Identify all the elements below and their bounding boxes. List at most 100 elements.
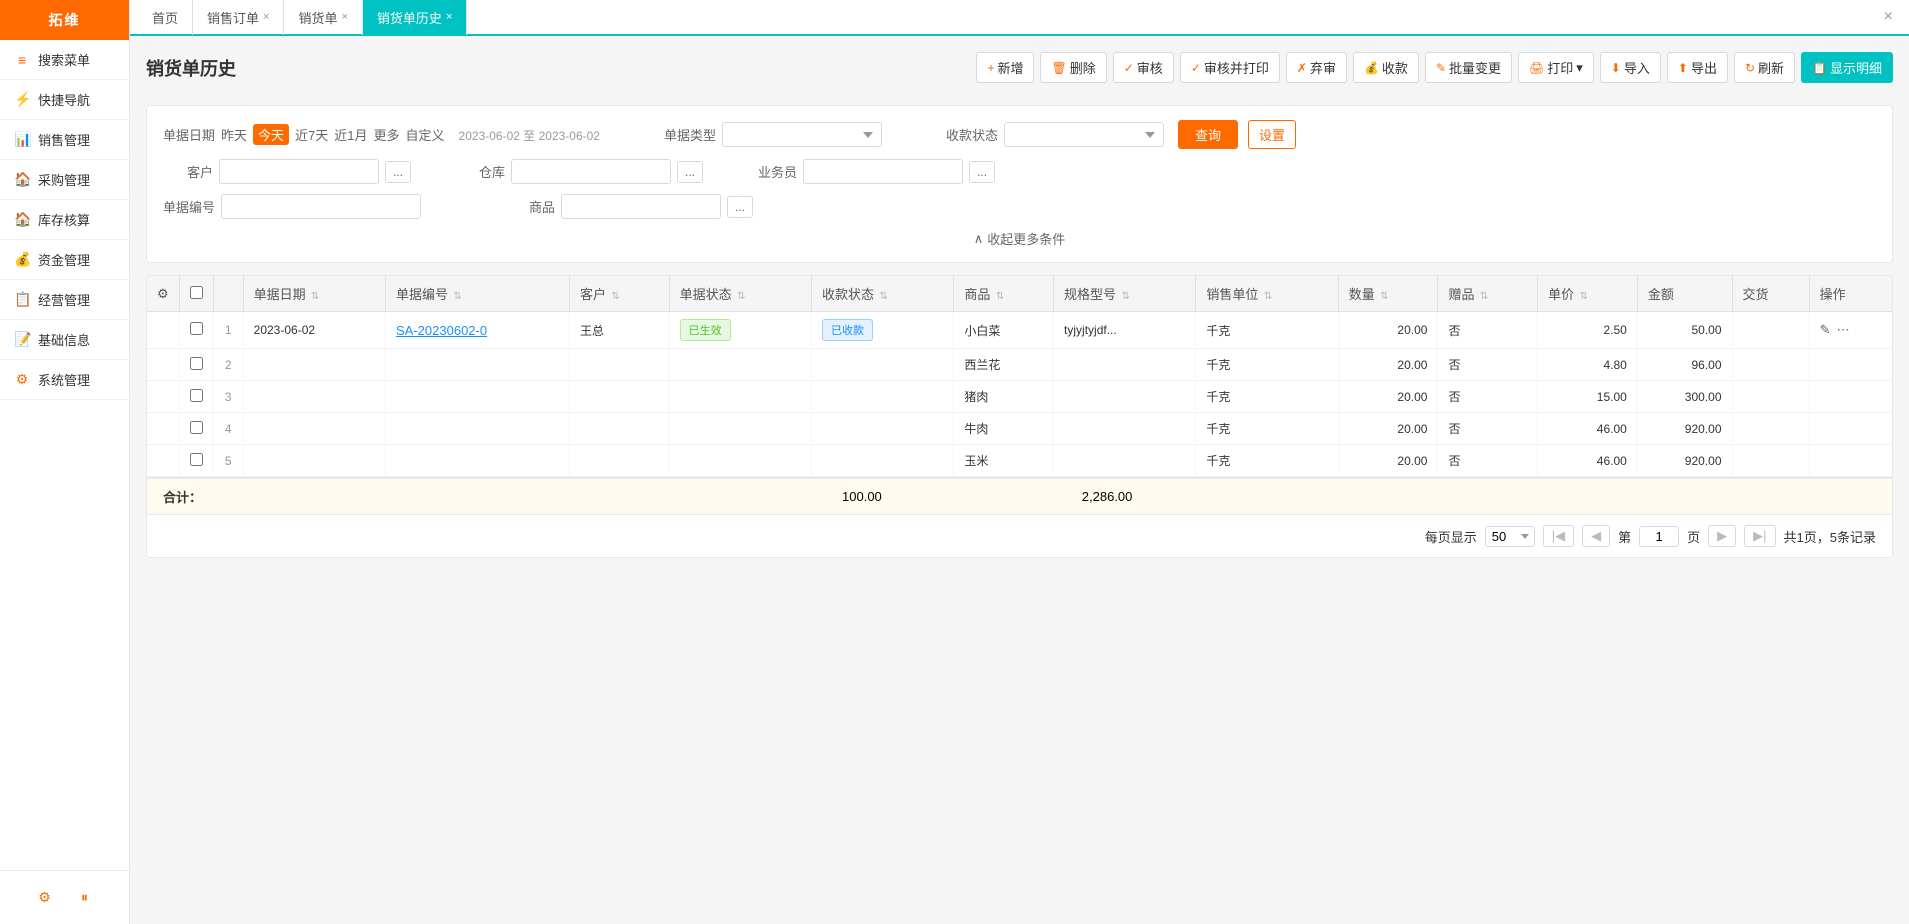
close-tab-sales-order[interactable]: ×	[263, 11, 269, 23]
row-doc-no[interactable]	[386, 445, 570, 477]
audit-button[interactable]: ✓ 审核	[1113, 52, 1174, 83]
collapse-button[interactable]: ∧ 收起更多条件	[163, 229, 1876, 248]
th-payment-status[interactable]: 收款状态 ⇅	[811, 276, 953, 312]
date-custom[interactable]: 自定义	[406, 125, 445, 144]
new-button[interactable]: + 新增	[976, 52, 1034, 83]
export-button[interactable]: ⬆ 导出	[1667, 52, 1728, 83]
filter-warehouse: 仓库 ...	[455, 159, 703, 184]
row-doc-no[interactable]	[386, 413, 570, 445]
th-goods[interactable]: 商品 ⇅	[954, 276, 1054, 312]
sidebar-item-basic-info[interactable]: 📝 基础信息	[0, 320, 129, 360]
row-checkbox-cell[interactable]	[179, 312, 213, 349]
query-button[interactable]: 查询	[1178, 120, 1238, 149]
sidebar-item-quick-nav[interactable]: ⚡ 快捷导航	[0, 80, 129, 120]
settings-button[interactable]: 设置	[1248, 120, 1296, 149]
audit-print-button[interactable]: ✓ 审核并打印	[1180, 52, 1280, 83]
table-row: 1 2023-06-02 SA-20230602-0 王总 已生效 已收款 小白…	[147, 312, 1892, 349]
goods-ellipsis[interactable]: ...	[727, 196, 753, 218]
date-last7days[interactable]: 近7天	[295, 125, 328, 144]
print-button[interactable]: 🖨 打印 ▾	[1518, 52, 1594, 83]
row-checkbox-cell[interactable]	[179, 349, 213, 381]
prev-page-button[interactable]: ◀	[1582, 525, 1610, 547]
row-checkbox[interactable]	[190, 421, 203, 434]
th-unit-price[interactable]: 单价 ⇅	[1538, 276, 1638, 312]
row-checkbox-cell[interactable]	[179, 413, 213, 445]
salesman-input[interactable]	[803, 159, 963, 184]
th-doc-status[interactable]: 单据状态 ⇅	[669, 276, 811, 312]
delete-button[interactable]: 🗑 删除	[1040, 52, 1106, 83]
sidebar-item-system-mgmt[interactable]: ⚙ 系统管理	[0, 360, 129, 400]
sidebar-item-sales-mgmt[interactable]: 📊 销售管理	[0, 120, 129, 160]
customer-ellipsis[interactable]: ...	[385, 161, 411, 183]
sidebar-item-label: 快捷导航	[38, 90, 90, 109]
row-doc-no[interactable]: SA-20230602-0	[386, 312, 570, 349]
tab-home[interactable]: 首页	[138, 0, 193, 35]
page-size-select[interactable]: 50 20 100 200	[1485, 526, 1535, 547]
customer-input[interactable]	[219, 159, 379, 184]
sidebar-item-search-menu[interactable]: ≡ 搜索菜单	[0, 40, 129, 80]
row-doc-no[interactable]	[386, 349, 570, 381]
edit-action-icon[interactable]: ✎	[1820, 322, 1831, 338]
warehouse-ellipsis[interactable]: ...	[677, 161, 703, 183]
row-gift: 否	[1438, 413, 1538, 445]
row-seq: 1	[213, 312, 243, 349]
th-spec-type[interactable]: 规格型号 ⇅	[1054, 276, 1196, 312]
row-checkbox[interactable]	[190, 322, 203, 335]
tab-sales-delivery-history[interactable]: 销货单历史 ×	[363, 0, 467, 35]
action-icons: ✎ ⋯	[1820, 322, 1882, 338]
filter-row-3: 单据编号 商品 ...	[163, 194, 1876, 219]
row-checkbox-cell[interactable]	[179, 445, 213, 477]
sidebar-item-finance[interactable]: 💰 资金管理	[0, 240, 129, 280]
th-sales-unit[interactable]: 销售单位 ⇅	[1196, 276, 1338, 312]
select-all-checkbox[interactable]	[190, 286, 203, 299]
more-action-icon[interactable]: ⋯	[1837, 322, 1850, 338]
close-tab-sales-delivery-history[interactable]: ×	[446, 11, 452, 23]
row-checkbox[interactable]	[190, 389, 203, 402]
show-detail-button[interactable]: 📋 显示明细	[1801, 52, 1893, 83]
close-all-tabs[interactable]: ×	[1876, 8, 1901, 26]
th-doc-no[interactable]: 单据编号 ⇅	[386, 276, 570, 312]
th-config[interactable]: ⚙	[147, 276, 179, 312]
batch-change-button[interactable]: ✎ 批量变更	[1425, 52, 1512, 83]
config-icon[interactable]: ⚙	[157, 286, 169, 301]
current-page-input[interactable]	[1639, 526, 1679, 547]
sidebar-item-operations[interactable]: 📋 经营管理	[0, 280, 129, 320]
refresh-button[interactable]: ↻ 刷新	[1734, 52, 1795, 83]
first-page-button[interactable]: |◀	[1543, 525, 1574, 547]
payment-status-label: 收款状态	[946, 125, 998, 144]
doc-type-select[interactable]	[722, 122, 882, 147]
row-checkbox-cell[interactable]	[179, 381, 213, 413]
th-doc-date[interactable]: 单据日期 ⇅	[243, 276, 385, 312]
th-checkbox[interactable]	[179, 276, 213, 312]
sidebar-settings-btn[interactable]: ⚙ ⏸	[0, 879, 129, 916]
row-sales-unit: 千克	[1196, 381, 1338, 413]
date-more[interactable]: 更多	[374, 125, 400, 144]
row-doc-no[interactable]	[386, 381, 570, 413]
row-checkbox[interactable]	[190, 453, 203, 466]
salesman-ellipsis[interactable]: ...	[969, 161, 995, 183]
th-gift[interactable]: 赠品 ⇅	[1438, 276, 1538, 312]
th-quantity[interactable]: 数量 ⇅	[1338, 276, 1438, 312]
sidebar-item-inventory[interactable]: 🏠 库存核算	[0, 200, 129, 240]
row-quantity: 20.00	[1338, 381, 1438, 413]
th-customer[interactable]: 客户 ⇅	[569, 276, 669, 312]
goods-input[interactable]	[561, 194, 721, 219]
row-checkbox[interactable]	[190, 357, 203, 370]
next-page-button[interactable]: ▶	[1708, 525, 1736, 547]
date-yesterday[interactable]: 昨天	[221, 125, 247, 144]
row-config-cell	[147, 381, 179, 413]
abandon-button[interactable]: ✗ 弃审	[1286, 52, 1347, 83]
close-tab-sales-delivery[interactable]: ×	[341, 11, 347, 23]
tab-sales-order[interactable]: 销售订单 ×	[193, 0, 284, 35]
date-today[interactable]: 今天	[253, 124, 289, 145]
warehouse-input[interactable]	[511, 159, 671, 184]
date-last1month[interactable]: 近1月	[334, 125, 367, 144]
collect-button[interactable]: 💰 收款	[1353, 52, 1419, 83]
import-button[interactable]: ⬇ 导入	[1600, 52, 1661, 83]
doc-no-input[interactable]	[221, 194, 421, 219]
sidebar-item-purchase-mgmt[interactable]: 🏠 采购管理	[0, 160, 129, 200]
last-page-button[interactable]: ▶|	[1744, 525, 1775, 547]
doc-no-link[interactable]: SA-20230602-0	[396, 323, 487, 338]
tab-sales-delivery[interactable]: 销货单 ×	[284, 0, 362, 35]
payment-status-select[interactable]	[1004, 122, 1164, 147]
